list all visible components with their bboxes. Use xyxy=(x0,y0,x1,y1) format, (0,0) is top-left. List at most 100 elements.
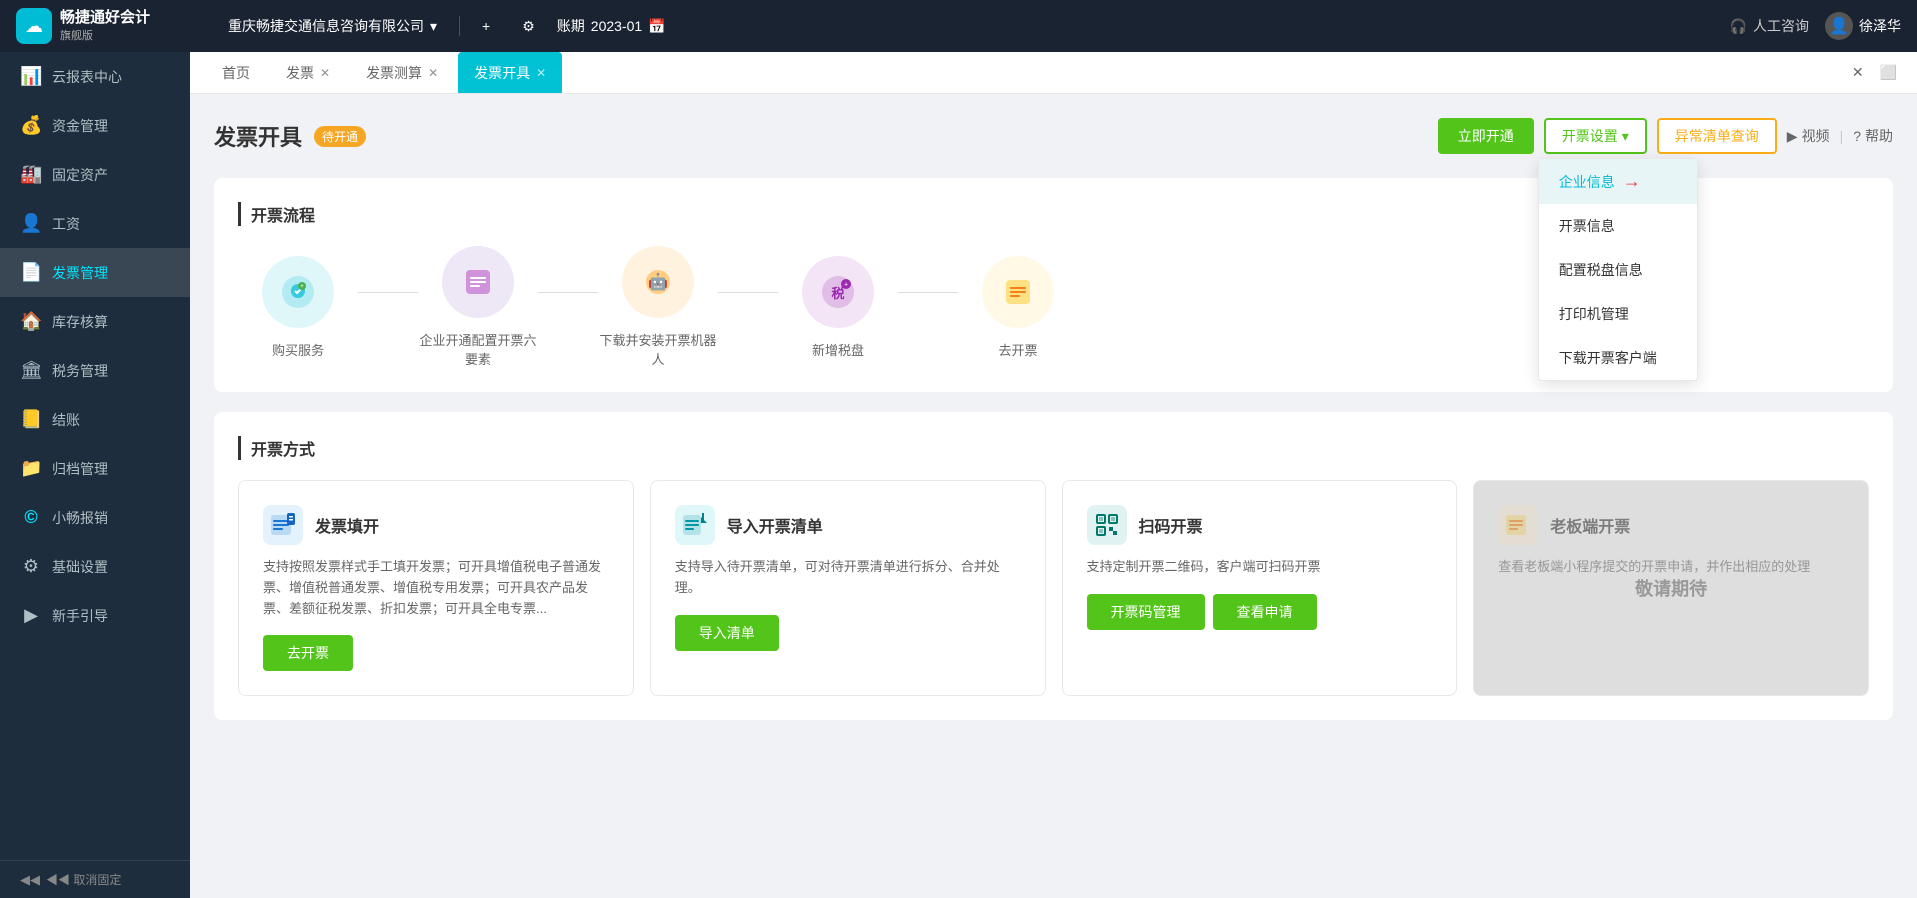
method-desc-3: 支持定制开票二维码，客户端可扫码开票 xyxy=(1087,557,1433,578)
settings-dropdown-button[interactable]: 开票设置 ▾ xyxy=(1544,118,1647,154)
add-button[interactable]: + xyxy=(472,12,500,40)
process-step-5: 去开票 xyxy=(958,256,1078,359)
qrcode-manage-button[interactable]: 开票码管理 xyxy=(1087,594,1205,630)
user-name: 徐泽华 xyxy=(1859,16,1901,36)
step-icon-1: + xyxy=(262,256,334,328)
chevron-down-icon: ▾ xyxy=(430,18,437,35)
tab-label: 发票测算 xyxy=(366,63,422,83)
sidebar-item-jiezhang[interactable]: 📒 结账 xyxy=(0,395,190,444)
import-icon xyxy=(675,505,715,545)
step-label-4: 新增税盘 xyxy=(812,340,864,359)
scan-icon xyxy=(1087,505,1127,545)
main-area: 📊 云报表中心 💰 资金管理 🏭 固定资产 👤 工资 📄 发票管理 xyxy=(0,52,1917,898)
divider-pipe: | xyxy=(1840,128,1844,144)
disabled-text: 敬请期待 xyxy=(1635,575,1707,601)
activate-button[interactable]: 立即开通 xyxy=(1438,118,1534,154)
play-circle-icon: ▶ xyxy=(1787,128,1798,145)
method-title-1: 发票填开 xyxy=(315,513,379,537)
method-card-scan: 扫码开票 支持定制开票二维码，客户端可扫码开票 开票码管理 查看申请 xyxy=(1062,480,1458,696)
abnormal-button[interactable]: 异常清单查询 xyxy=(1657,118,1777,154)
fillout-icon xyxy=(263,505,303,545)
sidebar-label: 资金管理 xyxy=(52,116,108,136)
status-badge: 待开通 xyxy=(314,126,366,147)
video-button[interactable]: ▶ 视频 xyxy=(1787,126,1830,146)
sidebar-label: 税务管理 xyxy=(52,361,108,381)
maximize-icon[interactable]: ⬜ xyxy=(1876,60,1901,85)
step-icon-5 xyxy=(982,256,1054,328)
view-apply-button[interactable]: 查看申请 xyxy=(1213,594,1317,630)
step-divider-1 xyxy=(358,292,418,293)
sidebar-item-xiaochang[interactable]: © 小畅报销 xyxy=(0,493,190,542)
tab-fapiao-cesuan[interactable]: 发票测算 ✕ xyxy=(350,52,454,93)
import-list-button[interactable]: 导入清单 xyxy=(675,615,779,651)
sidebar-item-fapiao[interactable]: 📄 发票管理 xyxy=(0,248,190,297)
process-step-3: 🤖 下载并安装开票机器人 xyxy=(598,246,718,368)
step-label-3: 下载并安装开票机器人 xyxy=(598,330,718,368)
tab-label: 首页 xyxy=(222,63,250,83)
sidebar-item-yunbaobiao[interactable]: 📊 云报表中心 xyxy=(0,52,190,101)
step-divider-2 xyxy=(538,292,598,293)
avatar: 👤 xyxy=(1825,12,1853,40)
book-icon: 📒 xyxy=(20,409,42,430)
method-card-import: 导入开票清单 支持导入待开票清单，可对待开票清单进行拆分、合并处理。 导入清单 xyxy=(650,480,1046,696)
dropdown-item-invoice-info[interactable]: 开票信息 xyxy=(1539,204,1697,248)
method-desc-1: 支持按照发票样式手工填开发票；可开具增值税电子普通发票、增值税普通发票、增值税专… xyxy=(263,557,609,619)
sidebar-item-zijin[interactable]: 💰 资金管理 xyxy=(0,101,190,150)
sidebar-label: 基础设置 xyxy=(52,557,108,577)
tab-close-icon[interactable]: ✕ xyxy=(320,66,330,80)
sidebar-item-gongzi[interactable]: 👤 工资 xyxy=(0,199,190,248)
method-header-2: 导入开票清单 xyxy=(675,505,1021,545)
sidebar-item-shuiwu[interactable]: 🏛 税务管理 xyxy=(0,346,190,395)
method-header-3: 扫码开票 xyxy=(1087,505,1433,545)
tab-close-icon[interactable]: ✕ xyxy=(536,66,546,80)
disabled-overlay: 敬请期待 xyxy=(1474,481,1868,695)
dropdown-label: 配置税盘信息 xyxy=(1559,260,1643,280)
tab-close-icon[interactable]: ✕ xyxy=(428,66,438,80)
dropdown-item-tax-config[interactable]: 配置税盘信息 xyxy=(1539,248,1697,292)
sidebar-item-kucun[interactable]: 🏠 库存核算 xyxy=(0,297,190,346)
tab-label: 发票开具 xyxy=(474,63,530,83)
tab-home[interactable]: 首页 xyxy=(206,52,266,93)
header-actions: 立即开通 开票设置 ▾ 异常清单查询 ▶ 视频 | ? xyxy=(1438,118,1893,154)
tab-bar: 首页 发票 ✕ 发票测算 ✕ 发票开具 ✕ ✕ ⬜ xyxy=(190,52,1917,94)
goto-invoice-button[interactable]: 去开票 xyxy=(263,635,353,671)
support-button[interactable]: 🎧 人工咨询 xyxy=(1730,16,1809,36)
warehouse-icon: 🏠 xyxy=(20,311,42,332)
dropdown-item-download-client[interactable]: 下载开票客户端 xyxy=(1539,336,1697,380)
step-divider-3 xyxy=(718,292,778,293)
sidebar-label: 固定资产 xyxy=(52,165,108,185)
step-label-2: 企业开通配置开票六要素 xyxy=(418,330,538,368)
sidebar-label: 发票管理 xyxy=(52,263,108,283)
sidebar-item-guidang[interactable]: 📁 归档管理 xyxy=(0,444,190,493)
svg-text:+: + xyxy=(844,281,848,288)
settings-button[interactable]: ⚙ xyxy=(512,12,545,41)
method-header-1: 发票填开 xyxy=(263,505,609,545)
close-tab-icon[interactable]: ✕ xyxy=(1848,60,1868,85)
method-desc-2: 支持导入待开票清单，可对待开票清单进行拆分、合并处理。 xyxy=(675,557,1021,599)
settings-btn-label: 开票设置 xyxy=(1562,126,1618,146)
dropdown-item-printer[interactable]: 打印机管理 xyxy=(1539,292,1697,336)
step-icon-3: 🤖 xyxy=(622,246,694,318)
help-button[interactable]: ? 帮助 xyxy=(1853,126,1893,146)
process-step-4: 税+ 新增税盘 xyxy=(778,256,898,359)
process-step-1: + 购买服务 xyxy=(238,256,358,359)
sidebar-scroll: 📊 云报表中心 💰 资金管理 🏭 固定资产 👤 工资 📄 发票管理 xyxy=(0,52,190,860)
calendar-icon[interactable]: 📅 xyxy=(648,18,665,35)
period-label: 账期 xyxy=(557,16,585,36)
process-step-2: 企业开通配置开票六要素 xyxy=(418,246,538,368)
tab-fapiao-kaiju[interactable]: 发票开具 ✕ xyxy=(458,52,562,93)
sidebar-label: 库存核算 xyxy=(52,312,108,332)
invoice-icon: 📄 xyxy=(20,262,42,283)
step-icon-4: 税+ xyxy=(802,256,874,328)
sidebar-item-jichushezhi[interactable]: ⚙ 基础设置 xyxy=(0,542,190,591)
sidebar-item-gudingzichan[interactable]: 🏭 固定资产 xyxy=(0,150,190,199)
company-selector[interactable]: 重庆畅捷交通信息咨询有限公司 ▾ xyxy=(218,10,447,42)
dropdown-label: 下载开票客户端 xyxy=(1559,348,1657,368)
sidebar-label: 工资 xyxy=(52,214,80,234)
user-info[interactable]: 👤 徐泽华 xyxy=(1825,12,1901,40)
sidebar-item-xinshouyindao[interactable]: ▶ 新手引导 xyxy=(0,591,190,640)
sidebar-bottom[interactable]: ◀◀ ◀◀ 取消固定 xyxy=(0,860,190,898)
unpin-icon: ◀◀ xyxy=(20,872,40,888)
tab-fapiao[interactable]: 发票 ✕ xyxy=(270,52,346,93)
dropdown-item-company-info[interactable]: 企业信息 → xyxy=(1539,159,1697,204)
